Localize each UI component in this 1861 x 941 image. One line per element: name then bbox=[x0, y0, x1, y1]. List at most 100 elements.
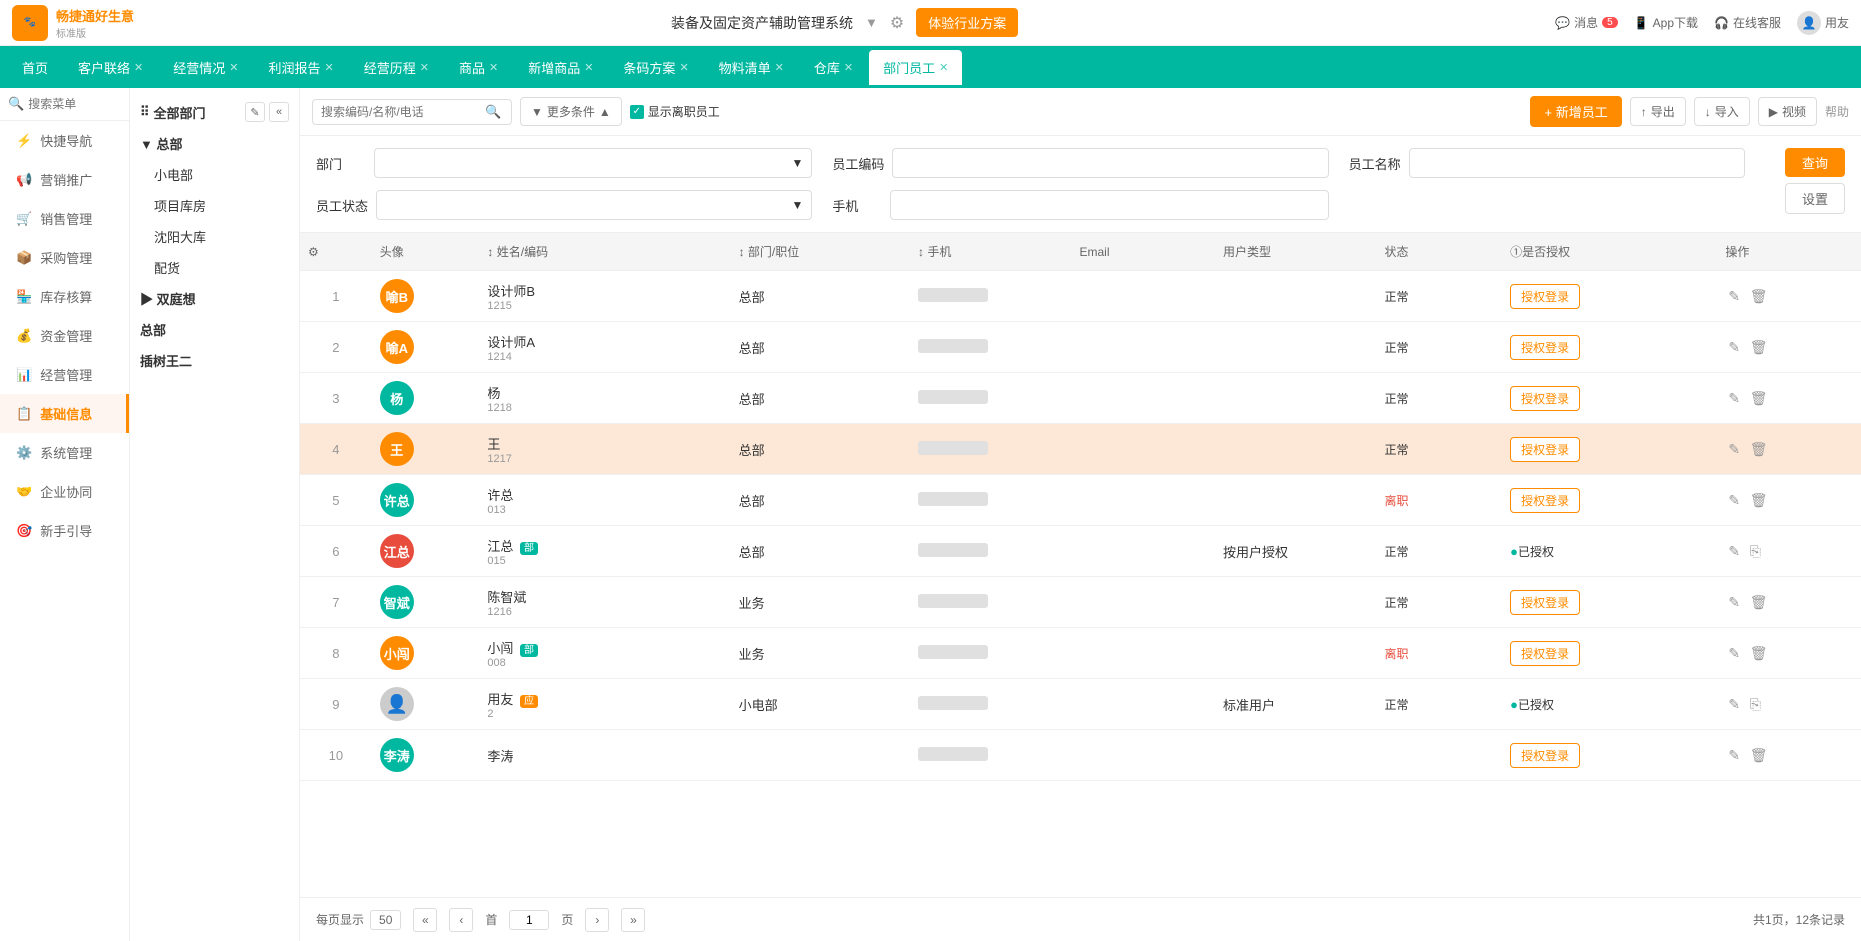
set-btn[interactable]: 设置 bbox=[1785, 183, 1845, 214]
search-submit-icon[interactable]: 🔍 bbox=[485, 104, 501, 120]
sidebar-item-basic[interactable]: 📋 基础信息 bbox=[0, 394, 129, 433]
sidebar-item-guide[interactable]: 🎯 新手引导 bbox=[0, 511, 129, 550]
view-btn[interactable]: ▶ 视频 bbox=[1758, 97, 1817, 126]
tab-history[interactable]: 经营历程 ✕ bbox=[350, 50, 443, 85]
auth-btn-4[interactable]: 授权登录 bbox=[1510, 437, 1580, 462]
row6-edit-icon[interactable]: ✎ bbox=[1725, 543, 1743, 559]
more-filter-btn[interactable]: ▼ 更多条件 ▲ bbox=[520, 97, 622, 126]
row5-edit-icon[interactable]: ✎ bbox=[1725, 492, 1743, 508]
tree-item-small-elec[interactable]: 小电部 bbox=[130, 159, 299, 190]
auth-btn-2[interactable]: 授权登录 bbox=[1510, 335, 1580, 360]
query-btn[interactable]: 查询 bbox=[1785, 148, 1845, 177]
tab-warehouse[interactable]: 仓库 ✕ bbox=[800, 50, 867, 85]
tab-goods[interactable]: 商品 ✕ bbox=[445, 50, 512, 85]
filter-emp-name-input[interactable] bbox=[1409, 148, 1745, 178]
tree-all-dept[interactable]: ⠿ 全部部门 bbox=[140, 103, 206, 122]
sidebar-search-input[interactable] bbox=[28, 97, 108, 111]
sidebar-item-sales[interactable]: 🛒 销售管理 bbox=[0, 199, 129, 238]
row9-copy-icon[interactable]: ⎘ bbox=[1747, 696, 1764, 712]
auth-btn-1[interactable]: 授权登录 bbox=[1510, 284, 1580, 309]
tab-customer-close-icon[interactable]: ✕ bbox=[134, 61, 143, 74]
tab-dept-staff-close-icon[interactable]: ✕ bbox=[939, 61, 948, 74]
auth-btn-7[interactable]: 授权登录 bbox=[1510, 590, 1580, 615]
tab-warehouse-close-icon[interactable]: ✕ bbox=[844, 61, 853, 74]
tree-collapse-btn[interactable]: « bbox=[269, 102, 289, 122]
tab-bom[interactable]: 物料清单 ✕ bbox=[705, 50, 798, 85]
row10-delete-icon[interactable]: 🗑 bbox=[1747, 747, 1771, 763]
col-phone[interactable]: ↕ 手机 bbox=[910, 233, 1071, 271]
row2-delete-icon[interactable]: 🗑 bbox=[1747, 339, 1771, 355]
sidebar-item-marketing[interactable]: 📢 营销推广 bbox=[0, 160, 129, 199]
tab-bom-close-icon[interactable]: ✕ bbox=[775, 61, 784, 74]
tree-item-distribution[interactable]: 配货 bbox=[130, 252, 299, 283]
row5-delete-icon[interactable]: 🗑 bbox=[1747, 492, 1771, 508]
settings-icon[interactable]: ⚙ bbox=[890, 13, 904, 33]
tab-history-close-icon[interactable]: ✕ bbox=[420, 61, 429, 74]
sidebar-item-purchase[interactable]: 📦 采购管理 bbox=[0, 238, 129, 277]
tab-operation-status-close-icon[interactable]: ✕ bbox=[229, 61, 238, 74]
import-btn[interactable]: ↓ 导入 bbox=[1694, 97, 1750, 126]
message-item[interactable]: 💬 消息 5 bbox=[1555, 14, 1618, 31]
filter-status-select[interactable]: ▼ bbox=[376, 190, 812, 220]
page-size-value[interactable]: 50 bbox=[370, 910, 401, 930]
dropdown-arrow-icon[interactable]: ▼ bbox=[865, 15, 878, 30]
user-item[interactable]: 👤 用友 bbox=[1797, 11, 1849, 35]
tree-item-chashuwang[interactable]: 插树王二 bbox=[130, 345, 299, 376]
row7-delete-icon[interactable]: 🗑 bbox=[1747, 594, 1771, 610]
row4-edit-icon[interactable]: ✎ bbox=[1725, 441, 1743, 457]
auth-btn-3[interactable]: 授权登录 bbox=[1510, 386, 1580, 411]
tree-item-general-hq[interactable]: ▼ 总部 bbox=[130, 128, 299, 159]
row6-copy-icon[interactable]: ⎘ bbox=[1747, 543, 1764, 559]
sidebar-item-finance[interactable]: 💰 资金管理 bbox=[0, 316, 129, 355]
auth-btn-5[interactable]: 授权登录 bbox=[1510, 488, 1580, 513]
auth-btn-10[interactable]: 授权登录 bbox=[1510, 743, 1580, 768]
tree-edit-btn[interactable]: ✎ bbox=[245, 102, 265, 122]
row3-delete-icon[interactable]: 🗑 bbox=[1747, 390, 1771, 406]
sidebar-item-collab[interactable]: 🤝 企业协同 bbox=[0, 472, 129, 511]
filter-emp-code-input[interactable] bbox=[892, 148, 1328, 178]
row3-edit-icon[interactable]: ✎ bbox=[1725, 390, 1743, 406]
tab-home[interactable]: 首页 bbox=[8, 50, 62, 85]
online-service-item[interactable]: 🎧 在线客服 bbox=[1714, 14, 1781, 31]
tab-profit[interactable]: 利润报告 ✕ bbox=[254, 50, 347, 85]
sidebar-item-operation[interactable]: 📊 经营管理 bbox=[0, 355, 129, 394]
tab-add-goods[interactable]: 新增商品 ✕ bbox=[514, 50, 607, 85]
tab-barcode[interactable]: 条码方案 ✕ bbox=[609, 50, 702, 85]
add-employee-btn[interactable]: + 新增员工 bbox=[1530, 96, 1621, 127]
next-page-btn[interactable]: › bbox=[585, 908, 609, 932]
tab-customer[interactable]: 客户联络 ✕ bbox=[64, 50, 157, 85]
app-download-item[interactable]: 📱 App下载 bbox=[1634, 14, 1698, 31]
tree-item-hq[interactable]: 总部 bbox=[130, 314, 299, 345]
auth-btn-8[interactable]: 授权登录 bbox=[1510, 641, 1580, 666]
tree-item-shenyang[interactable]: 沈阳大库 bbox=[130, 221, 299, 252]
row8-edit-icon[interactable]: ✎ bbox=[1725, 645, 1743, 661]
col-name[interactable]: ↕ 姓名/编码 bbox=[479, 233, 730, 271]
tab-goods-close-icon[interactable]: ✕ bbox=[489, 61, 498, 74]
row4-delete-icon[interactable]: 🗑 bbox=[1747, 441, 1771, 457]
col-dept[interactable]: ↕ 部门/职位 bbox=[731, 233, 910, 271]
row7-edit-icon[interactable]: ✎ bbox=[1725, 594, 1743, 610]
tree-item-project-warehouse[interactable]: 项目库房 bbox=[130, 190, 299, 221]
tab-add-goods-close-icon[interactable]: ✕ bbox=[584, 61, 593, 74]
tree-item-shuangtingxiang[interactable]: ▶ 双庭想 bbox=[130, 283, 299, 314]
last-page-btn[interactable]: » bbox=[621, 908, 645, 932]
tab-barcode-close-icon[interactable]: ✕ bbox=[679, 61, 688, 74]
show-resigned-toggle[interactable]: ✓ 显示离职员工 bbox=[630, 103, 720, 120]
row8-delete-icon[interactable]: 🗑 bbox=[1747, 645, 1771, 661]
export-btn[interactable]: ↑ 导出 bbox=[1630, 97, 1686, 126]
col-settings[interactable]: ⚙ bbox=[300, 233, 372, 271]
sidebar-item-quick-nav[interactable]: ⚡ 快捷导航 bbox=[0, 121, 129, 160]
filter-dept-select[interactable]: ▼ bbox=[374, 148, 812, 178]
search-input[interactable] bbox=[321, 105, 481, 119]
help-btn[interactable]: 帮助 bbox=[1825, 103, 1849, 120]
trial-button[interactable]: 体验行业方案 bbox=[916, 8, 1018, 37]
row1-edit-icon[interactable]: ✎ bbox=[1725, 288, 1743, 304]
row1-delete-icon[interactable]: 🗑 bbox=[1747, 288, 1771, 304]
tab-operation-status[interactable]: 经营情况 ✕ bbox=[159, 50, 252, 85]
sidebar-item-inventory[interactable]: 🏪 库存核算 bbox=[0, 277, 129, 316]
show-resigned-checkbox[interactable]: ✓ bbox=[630, 105, 644, 119]
current-page-input[interactable] bbox=[509, 910, 549, 930]
tab-profit-close-icon[interactable]: ✕ bbox=[325, 61, 334, 74]
row10-edit-icon[interactable]: ✎ bbox=[1725, 747, 1743, 763]
tab-dept-staff[interactable]: 部门员工 ✕ bbox=[869, 50, 962, 85]
